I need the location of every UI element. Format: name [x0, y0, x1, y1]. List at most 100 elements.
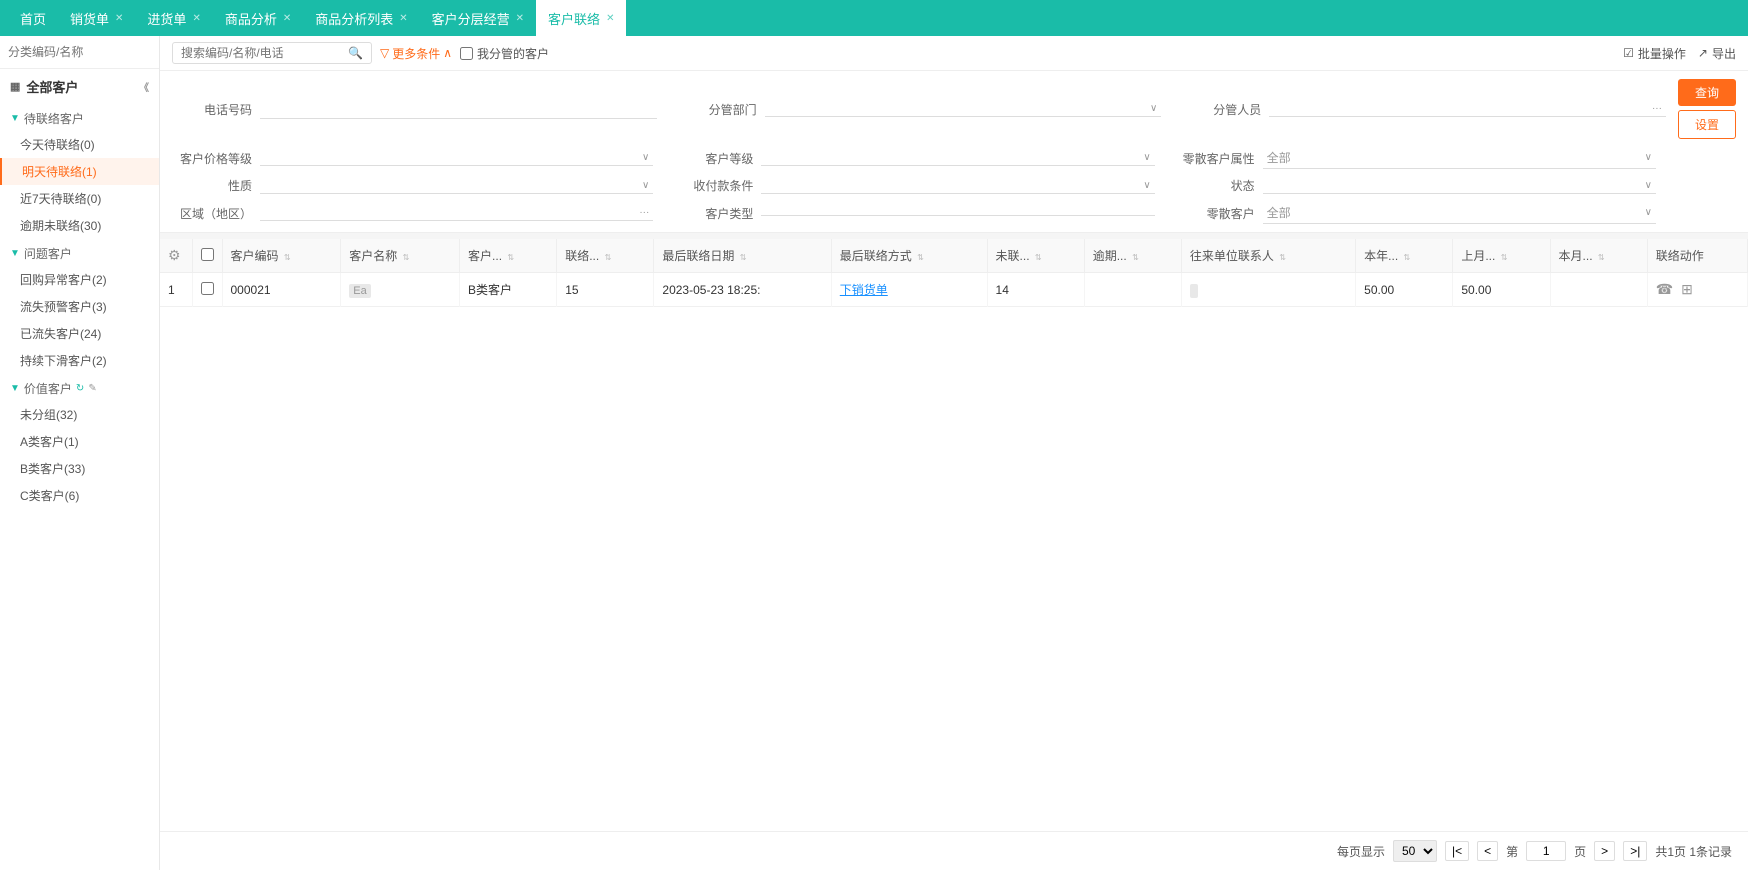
last-page-button[interactable]: >|: [1623, 841, 1647, 861]
table-row: 1 000021 Ea B类客户 15 2023-05-23 18:25: 下销…: [160, 273, 1748, 307]
filter-phone-input[interactable]: [260, 100, 657, 119]
sort-overdue-icon[interactable]: ⇅: [1132, 253, 1139, 262]
page-label: 第: [1506, 843, 1518, 860]
nav-analysis-list[interactable]: 商品分析列表 ✕: [303, 0, 419, 36]
filter-region-select[interactable]: ···: [260, 205, 653, 221]
nav-customer-segment[interactable]: 客户分层经营 ✕: [420, 0, 536, 36]
filter-customer-level-select[interactable]: ∨: [761, 150, 1154, 166]
export-button[interactable]: ↗ 导出: [1698, 45, 1736, 62]
sidebar-item-class-b[interactable]: B类客户(33): [0, 455, 159, 482]
filter-status-select[interactable]: ∨: [1263, 178, 1656, 194]
filter-price-level-select[interactable]: ∨: [260, 150, 653, 166]
next-page-button[interactable]: >: [1594, 841, 1615, 861]
my-customers-checkbox[interactable]: [460, 47, 473, 60]
select-all-checkbox[interactable]: [201, 248, 214, 261]
filter-row-2: 客户价格等级 ∨ 客户等级 ∨ 零散客户属性: [172, 147, 1736, 169]
nav-home[interactable]: 首页: [8, 0, 58, 36]
action-icons: ☎ ⊞: [1656, 281, 1739, 298]
main-search-icon[interactable]: 🔍: [348, 46, 363, 60]
td-action: ☎ ⊞: [1647, 273, 1747, 307]
filter-manager-select[interactable]: ···: [1269, 101, 1666, 117]
sort-last-month-icon[interactable]: ⇅: [1501, 253, 1508, 262]
close-contact-icon[interactable]: ✕: [606, 13, 614, 24]
td-unit-contacts: [1181, 273, 1355, 307]
close-purchase-icon[interactable]: ✕: [192, 13, 200, 24]
filter-customer-type-select[interactable]: [761, 211, 1154, 216]
page-number-input[interactable]: [1526, 841, 1566, 861]
sort-code-icon[interactable]: ⇅: [284, 253, 291, 262]
filter-dept-select[interactable]: ∨: [765, 101, 1162, 117]
more-conditions-button[interactable]: ▽ 更多条件 ∧: [380, 45, 452, 62]
close-segment-icon[interactable]: ✕: [516, 13, 524, 24]
th-this-month: 本月... ⇅: [1550, 239, 1647, 273]
sort-last-date-icon[interactable]: ⇅: [740, 253, 747, 262]
sort-contacts-icon[interactable]: ⇅: [605, 253, 612, 262]
th-action: 联络动作: [1647, 239, 1747, 273]
prev-page-button[interactable]: <: [1477, 841, 1498, 861]
refresh-value-icon[interactable]: ↻: [76, 383, 84, 394]
set-button[interactable]: 设置: [1678, 110, 1736, 139]
sidebar-search-input[interactable]: [8, 45, 160, 59]
sidebar-item-ungrouped[interactable]: 未分组(32): [0, 401, 159, 428]
name-badge: Ea: [349, 284, 370, 298]
sidebar-item-today[interactable]: 今天待联络(0): [0, 131, 159, 158]
last-contact-way-link[interactable]: 下销货单: [840, 283, 888, 297]
page-size-select[interactable]: 50: [1393, 840, 1437, 862]
sidebar-group-value[interactable]: ▼ 价值客户 ↻ ✎: [0, 374, 159, 401]
sort-this-year-icon[interactable]: ⇅: [1404, 253, 1411, 262]
gear-icon[interactable]: ⚙: [168, 247, 181, 263]
sidebar-group-problem[interactable]: ▼ 问题客户: [0, 239, 159, 266]
more-action-icon[interactable]: ⊞: [1681, 281, 1693, 298]
sidebar-group-pending[interactable]: ▼ 待联络客户: [0, 104, 159, 131]
row-checkbox[interactable]: [201, 282, 214, 295]
page-size-label: 每页显示: [1337, 843, 1385, 860]
filter-scatter-attr-select[interactable]: 全部 ∨: [1263, 147, 1656, 169]
toolbar: 🔍 ▽ 更多条件 ∧ 我分管的客户 ☑ 批量操作 ↗ 导出: [160, 36, 1748, 71]
main-search-input[interactable]: [181, 46, 348, 60]
close-analysis-icon[interactable]: ✕: [283, 13, 291, 24]
first-page-button[interactable]: |<: [1445, 841, 1469, 861]
collapse-icon: 《: [139, 79, 149, 94]
close-analysis-list-icon[interactable]: ✕: [399, 13, 407, 24]
nav-analysis[interactable]: 商品分析 ✕: [213, 0, 303, 36]
filter-customer-type-label: 客户类型: [673, 205, 753, 222]
filter-price-level: 客户价格等级 ∨: [172, 150, 653, 167]
sidebar-item-class-c[interactable]: C类客户(6): [0, 482, 159, 509]
sort-type-icon[interactable]: ⇅: [507, 253, 514, 262]
filter-nature-select[interactable]: ∨: [260, 178, 653, 194]
th-contacts: 联络... ⇅: [557, 239, 654, 273]
sidebar-item-week[interactable]: 近7天待联络(0): [0, 185, 159, 212]
td-name: Ea: [341, 273, 460, 307]
sort-name-icon[interactable]: ⇅: [403, 253, 410, 262]
sort-this-month-icon[interactable]: ⇅: [1598, 253, 1605, 262]
sidebar-all-customers[interactable]: ▦ 全部客户 《: [0, 69, 159, 104]
td-checkbox: [192, 273, 222, 307]
filter-payment-select[interactable]: ∨: [761, 178, 1154, 194]
nav-purchase[interactable]: 进货单 ✕: [135, 0, 212, 36]
nav-sales[interactable]: 销货单 ✕: [58, 0, 135, 36]
sidebar-item-tomorrow[interactable]: 明天待联络(1): [0, 158, 159, 185]
filter-phone-label: 电话号码: [172, 101, 252, 118]
export-icon: ↗: [1698, 46, 1708, 60]
sidebar-item-repurchase-abnormal[interactable]: 回购异常客户(2): [0, 266, 159, 293]
sidebar-item-lost[interactable]: 已流失客户(24): [0, 320, 159, 347]
sidebar-item-continuous-decline[interactable]: 持续下滑客户(2): [0, 347, 159, 374]
contact-action-icon[interactable]: ☎: [1656, 281, 1673, 298]
sidebar-item-overdue[interactable]: 逾期未联络(30): [0, 212, 159, 239]
filter-status: 状态 ∨: [1175, 177, 1656, 194]
sidebar-item-lost-risk[interactable]: 流失预警客户(3): [0, 293, 159, 320]
td-last-month: 50.00: [1453, 273, 1550, 307]
close-sales-icon[interactable]: ✕: [115, 13, 123, 24]
sort-uncontacted-icon[interactable]: ⇅: [1035, 253, 1042, 262]
edit-value-icon[interactable]: ✎: [88, 383, 96, 394]
chevron-down-icon-8: ∨: [1645, 207, 1652, 218]
table-header-row: ⚙ 客户编码 ⇅ 客户名称 ⇅: [160, 239, 1748, 273]
query-button[interactable]: 查询: [1678, 79, 1736, 106]
nav-customer-contact[interactable]: 客户联络 ✕: [536, 0, 626, 36]
filter-row-4: 区域（地区） ··· 客户类型 零散客户: [172, 202, 1736, 224]
sidebar-item-class-a[interactable]: A类客户(1): [0, 428, 159, 455]
sort-last-way-icon[interactable]: ⇅: [917, 253, 924, 262]
batch-op-button[interactable]: ☑ 批量操作: [1623, 45, 1686, 62]
sort-unit-contacts-icon[interactable]: ⇅: [1279, 253, 1286, 262]
filter-scatter-customer-select[interactable]: 全部 ∨: [1263, 202, 1656, 224]
